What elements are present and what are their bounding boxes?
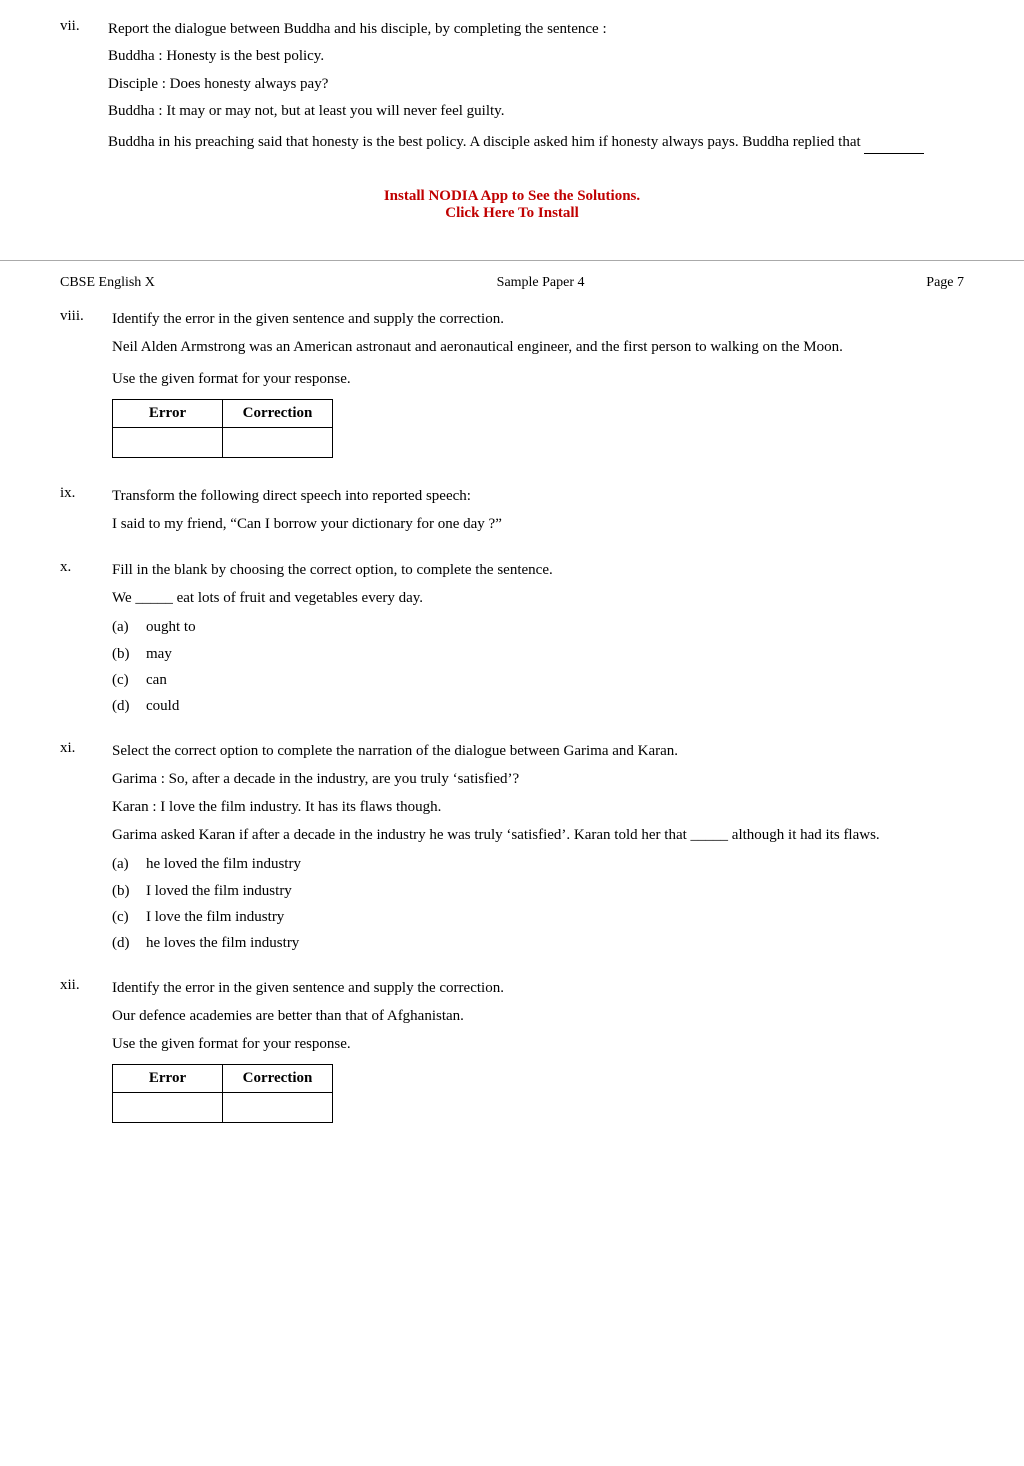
q-xii-sentence: Our defence academies are better than th… <box>112 1004 964 1028</box>
question-x: x. Fill in the blank by choosing the cor… <box>60 558 964 721</box>
q-xii-num: xii. <box>60 976 100 1131</box>
q-viii-body: Identify the error in the given sentence… <box>112 307 964 466</box>
q-xi-option-b: (b) I loved the film industry <box>112 880 964 903</box>
install-line1[interactable]: Install NODIA App to See the Solutions. <box>60 188 964 205</box>
page-header-left: CBSE English X <box>60 275 155 291</box>
q-xi-option-a: (a) he loved the film industry <box>112 853 964 876</box>
q-vii-num: vii. <box>60 18 96 158</box>
top-section: vii. Report the dialogue between Buddha … <box>0 0 1024 260</box>
q-xii-table-data-row <box>113 1093 333 1123</box>
q-viii-col-error: Error <box>113 400 223 428</box>
q-viii-error-cell <box>113 428 223 458</box>
q-x-body: Fill in the blank by choosing the correc… <box>112 558 964 721</box>
q-viii-instruction: Identify the error in the given sentence… <box>112 307 964 331</box>
page-header: CBSE English X Sample Paper 4 Page 7 <box>0 261 1024 301</box>
q-viii-correction-cell <box>223 428 333 458</box>
q-xi-dialogue-2: Karan : I love the film industry. It has… <box>112 795 964 819</box>
install-banner[interactable]: Install NODIA App to See the Solutions. … <box>60 172 964 242</box>
q-xii-col-correction: Correction <box>223 1065 333 1093</box>
q-xi-num: xi. <box>60 739 100 958</box>
q-ix-sentence: I said to my friend, “Can I borrow your … <box>112 512 964 536</box>
q-viii-col-correction: Correction <box>223 400 333 428</box>
q-ix-body: Transform the following direct speech in… <box>112 484 964 540</box>
q-x-instruction: Fill in the blank by choosing the correc… <box>112 558 964 582</box>
q-xii-table: Error Correction <box>112 1064 333 1123</box>
q-xii-table-header-row: Error Correction <box>113 1065 333 1093</box>
q-xii-body: Identify the error in the given sentence… <box>112 976 964 1131</box>
q-xi-option-c: (c) I love the film industry <box>112 906 964 929</box>
question-viii: viii. Identify the error in the given se… <box>60 307 964 466</box>
question-vii: vii. Report the dialogue between Buddha … <box>60 18 964 158</box>
q-viii-table-data-row <box>113 428 333 458</box>
q-xii-instruction: Identify the error in the given sentence… <box>112 976 964 1000</box>
q-x-num: x. <box>60 558 100 721</box>
q-viii-format-instruction: Use the given format for your response. <box>112 367 964 391</box>
q-vii-instruction: Report the dialogue between Buddha and h… <box>108 18 964 41</box>
q-x-option-c: (c) can <box>112 669 964 692</box>
q-xi-instruction: Select the correct option to complete th… <box>112 739 964 763</box>
q-xii-format-instruction: Use the given format for your response. <box>112 1032 964 1056</box>
page-header-right: Page 7 <box>926 275 964 291</box>
q-xi-paragraph: Garima asked Karan if after a decade in … <box>112 823 964 847</box>
page-header-center: Sample Paper 4 <box>497 275 585 291</box>
q-viii-sentence: Neil Alden Armstrong was an American ast… <box>112 335 964 359</box>
q-xi-options: (a) he loved the film industry (b) I lov… <box>112 853 964 955</box>
install-line2[interactable]: Click Here To Install <box>60 205 964 222</box>
q-vii-blank <box>864 153 924 154</box>
question-ix: ix. Transform the following direct speec… <box>60 484 964 540</box>
q-vii-dialogue-1: Buddha : Honesty is the best policy. <box>108 45 964 68</box>
q-viii-table-header-row: Error Correction <box>113 400 333 428</box>
q-x-option-d: (d) could <box>112 695 964 718</box>
q-x-options: (a) ought to (b) may (c) can (d) could <box>112 616 964 718</box>
q-x-option-b: (b) may <box>112 643 964 666</box>
q-vii-dialogue-2: Disciple : Does honesty always pay? <box>108 73 964 96</box>
question-xi: xi. Select the correct option to complet… <box>60 739 964 958</box>
page: vii. Report the dialogue between Buddha … <box>0 0 1024 1169</box>
q-vii-dialogue-3: Buddha : It may or may not, but at least… <box>108 100 964 123</box>
q-viii-num: viii. <box>60 307 100 466</box>
question-xii: xii. Identify the error in the given sen… <box>60 976 964 1131</box>
q-xii-correction-cell <box>223 1093 333 1123</box>
q-xi-option-d: (d) he loves the film industry <box>112 932 964 955</box>
q-ix-instruction: Transform the following direct speech in… <box>112 484 964 508</box>
q-x-option-a: (a) ought to <box>112 616 964 639</box>
q-xii-error-cell <box>113 1093 223 1123</box>
q-vii-content: Report the dialogue between Buddha and h… <box>108 18 964 158</box>
q-xii-col-error: Error <box>113 1065 223 1093</box>
q-xi-body: Select the correct option to complete th… <box>112 739 964 958</box>
q-ix-num: ix. <box>60 484 100 540</box>
q-x-sentence: We _____ eat lots of fruit and vegetable… <box>112 586 964 610</box>
q-vii-paragraph: Buddha in his preaching said that honest… <box>108 131 964 154</box>
q-viii-table: Error Correction <box>112 399 333 458</box>
q-xi-dialogue-1: Garima : So, after a decade in the indus… <box>112 767 964 791</box>
main-content: viii. Identify the error in the given se… <box>0 301 1024 1169</box>
